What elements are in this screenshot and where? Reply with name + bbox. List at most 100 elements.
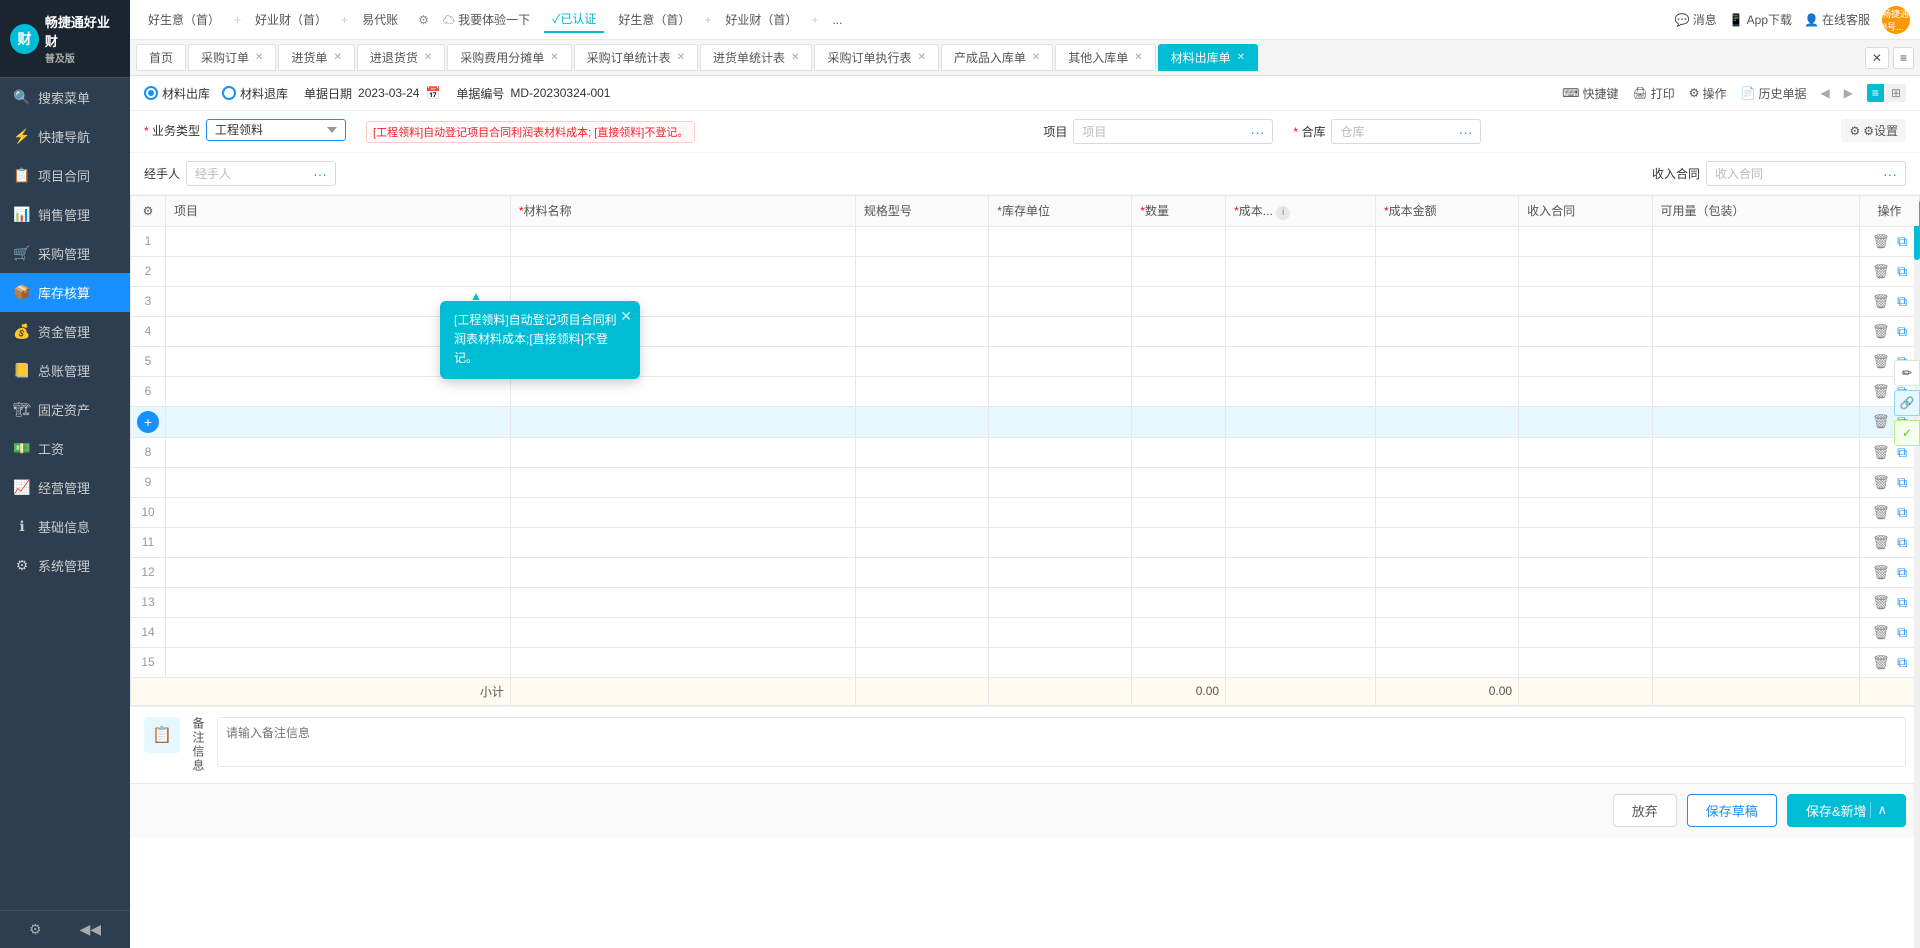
project-input[interactable]: 项目 ··· [1073,119,1273,144]
cell-cost-7[interactable] [1226,406,1376,437]
sidebar-item-inventory[interactable]: 📦 库存核算 [0,273,130,312]
cell-qty-12[interactable] [1132,557,1226,587]
tab-close-incoming[interactable]: ✕ [333,52,341,63]
cell-spec-10[interactable] [855,497,988,527]
save-new-arrow[interactable]: ∧ [1870,802,1887,818]
cell-name-8[interactable] [510,437,855,467]
income-contract-dots-icon[interactable]: ··· [1883,166,1897,182]
tab-material-out[interactable]: 材料出库单 ✕ [1158,44,1258,71]
active-project-input[interactable] [172,415,471,429]
cost-info-icon[interactable]: i [1276,206,1290,220]
copy-row-btn-13[interactable]: ⧉ [1895,592,1909,613]
num-value[interactable]: MD-20230324-001 [510,86,610,100]
cell-project-15[interactable] [166,647,511,677]
copy-row-btn-11[interactable]: ⧉ [1895,532,1909,553]
delete-row-btn-9[interactable]: 🗑 [1870,472,1892,493]
tab-close-return[interactable]: ✕ [424,52,432,63]
cell-available-13[interactable] [1652,587,1859,617]
sidebar-item-salary[interactable]: 💵 工资 [0,429,130,468]
cell-spec-14[interactable] [855,617,988,647]
delete-row-btn-2[interactable]: 🗑 [1870,261,1892,282]
income-contract-input[interactable]: 收入合同 ··· [1706,161,1906,186]
save-new-button[interactable]: 保存&新增 ∧ [1787,794,1906,827]
cell-income-contract-5[interactable] [1519,346,1652,376]
cell-cost-8[interactable] [1226,437,1376,467]
sidebar-item-operations[interactable]: 📈 经营管理 [0,468,130,507]
right-float-link-btn[interactable]: 🔗 [1894,390,1920,416]
tab-home[interactable]: 首页 [136,44,186,71]
col-settings-icon[interactable]: ⚙ [143,204,154,218]
cell-available-8[interactable] [1652,437,1859,467]
cell-unit-9[interactable] [989,467,1132,497]
shortcuts-btn[interactable]: ⌨ 快捷键 [1562,85,1618,102]
discard-button[interactable]: 放弃 [1613,794,1677,827]
cell-name-1[interactable] [510,226,855,256]
copy-row-btn-9[interactable]: ⧉ [1895,472,1909,493]
cell-project-1[interactable] [166,226,511,256]
save-draft-button[interactable]: 保存草稿 [1687,794,1777,827]
topbar-online-service[interactable]: 👤 在线客服 [1804,11,1870,28]
tab-stat1[interactable]: 采购订单统计表 ✕ [574,44,698,71]
print-btn[interactable]: 🖨 打印 [1632,85,1674,102]
delete-row-btn-4[interactable]: 🗑 [1870,321,1892,342]
sidebar-item-project[interactable]: 📋 项目合同 [0,156,130,195]
cell-unit-1[interactable] [989,226,1132,256]
delete-row-btn-15[interactable]: 🗑 [1870,652,1892,673]
cell-available-6[interactable] [1652,376,1859,406]
cell-cost-amount-3[interactable] [1376,286,1519,316]
cell-project-6[interactable] [166,376,511,406]
cell-available-1[interactable] [1652,226,1859,256]
user-avatar[interactable]: 畅捷通8号... [1882,6,1910,34]
calendar-icon[interactable]: 📅 [425,86,440,100]
cell-cost-amount-2[interactable] [1376,256,1519,286]
cell-cost-amount-14[interactable] [1376,617,1519,647]
cell-cost-amount-13[interactable] [1376,587,1519,617]
cell-unit-8[interactable] [989,437,1132,467]
form-settings-btn[interactable]: ⚙ ⚙设置 [1841,119,1906,142]
view-grid-btn[interactable]: ⊞ [1886,84,1906,102]
cell-cost-14[interactable] [1226,617,1376,647]
tab-stat2[interactable]: 进货单统计表 ✕ [700,44,812,71]
cell-project-13[interactable] [166,587,511,617]
cell-available-4[interactable] [1652,316,1859,346]
topbar-haoyecai1[interactable]: 好业财（首） [247,7,335,32]
cell-cost-3[interactable] [1226,286,1376,316]
cell-name-14[interactable] [510,617,855,647]
cell-available-2[interactable] [1652,256,1859,286]
cell-spec-7[interactable] [855,406,988,437]
copy-row-btn-15[interactable]: ⧉ [1895,652,1909,673]
cell-cost-4[interactable] [1226,316,1376,346]
cell-cost-11[interactable] [1226,527,1376,557]
tab-purchase-order[interactable]: 采购订单 ✕ [188,44,276,71]
cell-spec-5[interactable] [855,346,988,376]
cell-unit-6[interactable] [989,376,1132,406]
copy-row-btn-14[interactable]: ⧉ [1895,622,1909,643]
cell-income-contract-9[interactable] [1519,467,1652,497]
cell-name-12[interactable] [510,557,855,587]
sidebar-item-system[interactable]: ⚙ 系统管理 [0,546,130,585]
tab-other-in[interactable]: 其他入库单 ✕ [1055,44,1155,71]
cell-cost-1[interactable] [1226,226,1376,256]
add-row-btn[interactable]: + [137,411,159,433]
history-btn[interactable]: 📄 历史单据 [1740,85,1806,102]
cell-project-12[interactable] [166,557,511,587]
tab-exec[interactable]: 采购订单执行表 ✕ [814,44,938,71]
handler-dots-icon[interactable]: ··· [313,166,327,182]
cell-spec-15[interactable] [855,647,988,677]
cell-cost-5[interactable] [1226,346,1376,376]
cell-spec-11[interactable] [855,527,988,557]
cell-unit-3[interactable] [989,286,1132,316]
cell-income-contract-15[interactable] [1519,647,1652,677]
sidebar-item-sales[interactable]: 📊 销售管理 [0,195,130,234]
cell-qty-5[interactable] [1132,346,1226,376]
cell-unit-11[interactable] [989,527,1132,557]
project-dots-icon[interactable]: ··· [1250,124,1264,140]
topbar-haoyecai2[interactable]: 好业财（首） [717,7,805,32]
copy-row-btn-2[interactable]: ⧉ [1895,261,1909,282]
cell-cost-15[interactable] [1226,647,1376,677]
copy-row-btn-12[interactable]: ⧉ [1895,562,1909,583]
cell-income-contract-13[interactable] [1519,587,1652,617]
tab-close-purchase-order[interactable]: ✕ [255,52,263,63]
cell-qty-2[interactable] [1132,256,1226,286]
sidebar-item-fund[interactable]: 💰 资金管理 [0,312,130,351]
